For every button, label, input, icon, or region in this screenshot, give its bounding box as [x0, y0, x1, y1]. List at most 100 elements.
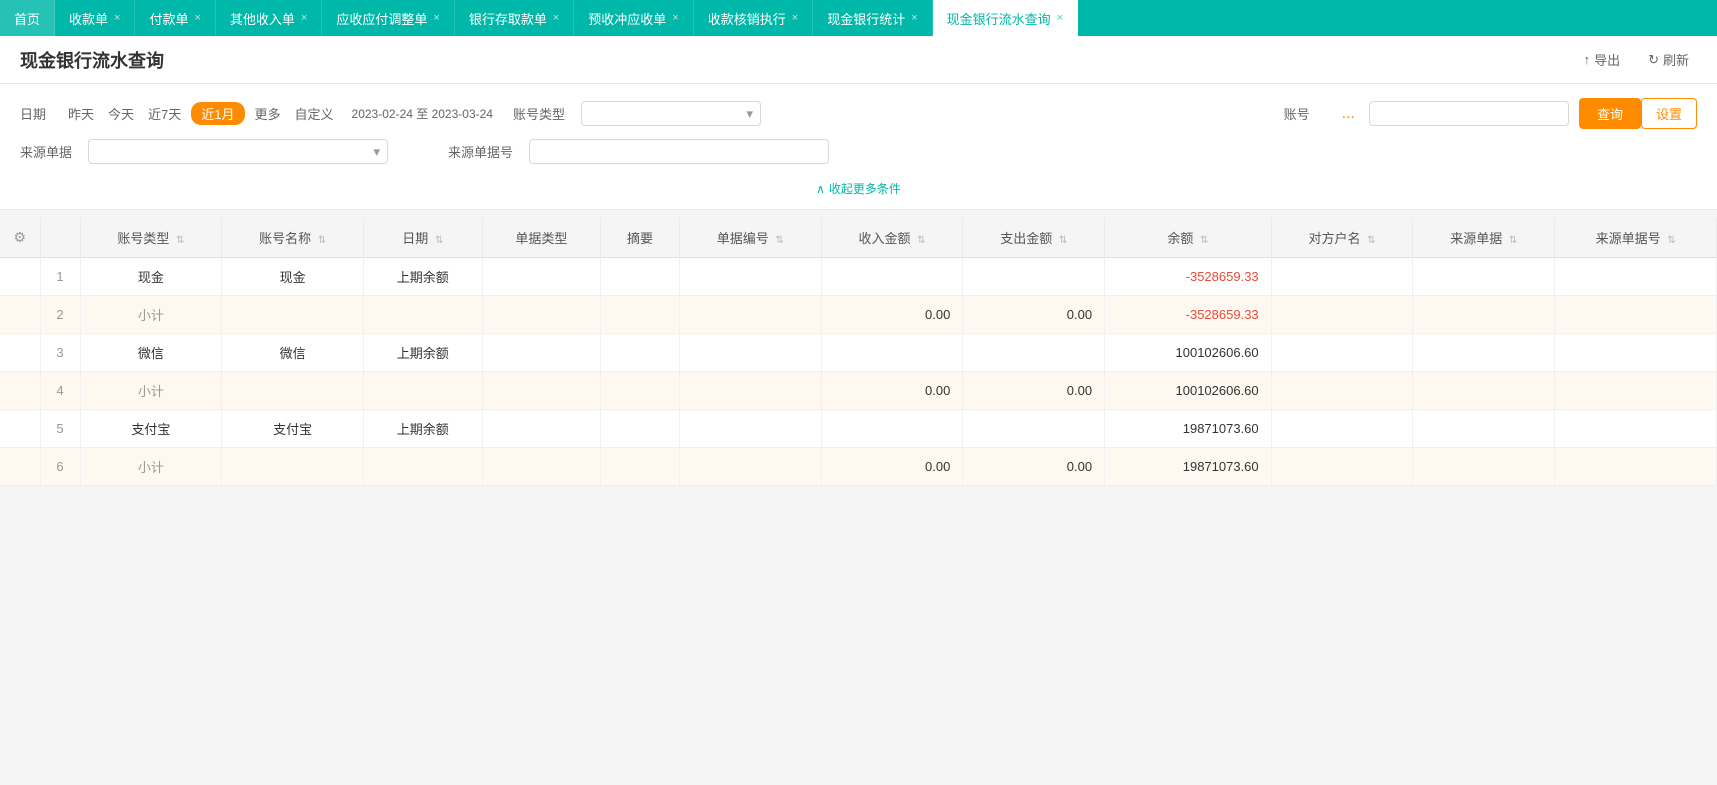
- export-button[interactable]: ↑ 导出: [1576, 46, 1629, 73]
- date-opt-more[interactable]: 更多: [251, 102, 285, 125]
- source-doc-no-group: 来源单据号: [448, 139, 829, 164]
- refresh-button[interactable]: ↻ 刷新: [1640, 46, 1697, 73]
- row-income: [821, 410, 963, 448]
- sort-income-icon: ⇅: [917, 235, 925, 246]
- row-summary: [601, 372, 680, 410]
- account-input[interactable]: [1369, 101, 1569, 126]
- sort-source-doc-no-icon: ⇅: [1667, 235, 1675, 246]
- date-opt-today[interactable]: 今天: [104, 102, 138, 125]
- th-source-doc-no[interactable]: 来源单据号 ⇅: [1555, 218, 1717, 258]
- row-date: 上期余额: [364, 410, 483, 448]
- nav-cash-bank-flow-label: 现金银行流水查询: [947, 9, 1051, 28]
- th-counterparty[interactable]: 对方户名 ⇅: [1271, 218, 1413, 258]
- page-header: 现金银行流水查询 ↑ 导出 ↻ 刷新: [0, 36, 1717, 84]
- nav-pre-collect-label: 预收冲应收单: [588, 9, 666, 28]
- th-account-type[interactable]: 账号类型 ⇅: [80, 218, 222, 258]
- nav-cash-bank-flow[interactable]: 现金银行流水查询 ×: [933, 0, 1078, 36]
- date-opt-custom[interactable]: 自定义: [291, 102, 338, 125]
- row-index: 3: [40, 334, 80, 372]
- row-source-doc-no: [1555, 448, 1717, 486]
- row-expense: [963, 258, 1105, 296]
- row-doc-type: [482, 258, 601, 296]
- row-balance: 100102606.60: [1105, 334, 1272, 372]
- nav-collect-verify[interactable]: 收款核销执行 ×: [694, 0, 813, 36]
- sort-date-icon: ⇅: [435, 235, 443, 246]
- source-doc-select[interactable]: [88, 139, 388, 164]
- row-doc-type: [482, 372, 601, 410]
- date-opt-yesterday[interactable]: 昨天: [64, 102, 98, 125]
- close-bank-deposit-icon[interactable]: ×: [553, 12, 559, 24]
- row-gear-cell: [0, 372, 40, 410]
- close-other-income-icon[interactable]: ×: [301, 12, 307, 24]
- sort-balance-icon: ⇅: [1200, 235, 1208, 246]
- th-expense[interactable]: 支出金额 ⇅: [963, 218, 1105, 258]
- th-income[interactable]: 收入金额 ⇅: [821, 218, 963, 258]
- nav-pre-collect[interactable]: 预收冲应收单 ×: [574, 0, 693, 36]
- nav-payable-adjust[interactable]: 应收应付调整单 ×: [322, 0, 454, 36]
- table-row: 4小计0.000.00100102606.60: [0, 372, 1717, 410]
- close-cash-bank-stats-icon[interactable]: ×: [911, 12, 917, 24]
- header-actions: ↑ 导出 ↻ 刷新: [1576, 46, 1697, 73]
- row-balance: -3528659.33: [1105, 258, 1272, 296]
- collapse-label: 收起更多条件: [829, 180, 901, 197]
- date-filter-label: 日期: [20, 104, 56, 123]
- table-body: 1现金现金上期余额-3528659.332小计0.000.00-3528659.…: [0, 258, 1717, 486]
- date-opt-7days[interactable]: 近7天: [144, 102, 185, 125]
- page-title: 现金银行流水查询: [20, 47, 164, 73]
- close-payments-icon[interactable]: ×: [194, 12, 200, 24]
- table-row: 5支付宝支付宝上期余额19871073.60: [0, 410, 1717, 448]
- close-cash-bank-flow-icon[interactable]: ×: [1057, 12, 1063, 24]
- nav-bank-deposit[interactable]: 银行存取款单 ×: [455, 0, 574, 36]
- row-doc-type: [482, 448, 601, 486]
- data-table: ⚙ 账号类型 ⇅ 账号名称 ⇅ 日期 ⇅ 单据类型: [0, 218, 1717, 486]
- source-doc-label: 来源单据: [20, 142, 72, 161]
- date-opt-1month[interactable]: 近1月: [191, 102, 244, 125]
- account-type-select[interactable]: [581, 101, 761, 126]
- th-date[interactable]: 日期 ⇅: [364, 218, 483, 258]
- row-date: [364, 448, 483, 486]
- source-doc-no-input[interactable]: [529, 139, 829, 164]
- nav-cash-bank-stats[interactable]: 现金银行统计 ×: [813, 0, 932, 36]
- row-balance: 100102606.60: [1105, 372, 1272, 410]
- row-gear-cell: [0, 258, 40, 296]
- nav-payments[interactable]: 付款单 ×: [135, 0, 215, 36]
- query-button[interactable]: 查询: [1579, 98, 1641, 129]
- row-source-doc: [1413, 372, 1555, 410]
- row-source-doc: [1413, 258, 1555, 296]
- row-doc-type: [482, 334, 601, 372]
- refresh-icon: ↻: [1648, 52, 1659, 68]
- row-account-name: [222, 296, 364, 334]
- settings-button[interactable]: 设置: [1641, 98, 1697, 129]
- filter-area: 日期 昨天 今天 近7天 近1月 更多 自定义 2023-02-24 至 202…: [0, 84, 1717, 210]
- row-income: [821, 334, 963, 372]
- close-payable-adjust-icon[interactable]: ×: [433, 12, 439, 24]
- account-type-label: 账号类型: [513, 104, 565, 123]
- th-index: [40, 218, 80, 258]
- nav-other-income[interactable]: 其他收入单 ×: [216, 0, 322, 36]
- close-collect-verify-icon[interactable]: ×: [792, 12, 798, 24]
- row-doc-no: [679, 372, 821, 410]
- row-balance: 19871073.60: [1105, 410, 1272, 448]
- close-receipts-icon[interactable]: ×: [114, 12, 120, 24]
- th-source-doc[interactable]: 来源单据 ⇅: [1413, 218, 1555, 258]
- th-gear: ⚙: [0, 218, 40, 258]
- row-date: [364, 372, 483, 410]
- th-account-name[interactable]: 账号名称 ⇅: [222, 218, 364, 258]
- account-dots-button[interactable]: ...: [1336, 105, 1361, 123]
- account-type-select-wrapper: [581, 101, 761, 126]
- nav-receipts[interactable]: 收款单 ×: [55, 0, 135, 36]
- row-account-name: [222, 372, 364, 410]
- gear-icon[interactable]: ⚙: [13, 229, 26, 245]
- close-pre-collect-icon[interactable]: ×: [672, 12, 678, 24]
- th-balance[interactable]: 余额 ⇅: [1105, 218, 1272, 258]
- collapse-bar[interactable]: ∧ 收起更多条件: [20, 174, 1697, 199]
- sort-account-type-icon: ⇅: [176, 235, 184, 246]
- date-options: 昨天 今天 近7天 近1月 更多 自定义 2023-02-24 至 2023-0…: [64, 102, 493, 125]
- sort-counterparty-icon: ⇅: [1367, 235, 1375, 246]
- th-doc-no[interactable]: 单据编号 ⇅: [679, 218, 821, 258]
- account-type-wrapper: 账号类型: [513, 101, 1224, 126]
- nav-home[interactable]: 首页: [0, 0, 55, 36]
- th-summary: 摘要: [601, 218, 680, 258]
- nav-cash-bank-stats-label: 现金银行统计: [827, 9, 905, 28]
- row-index: 4: [40, 372, 80, 410]
